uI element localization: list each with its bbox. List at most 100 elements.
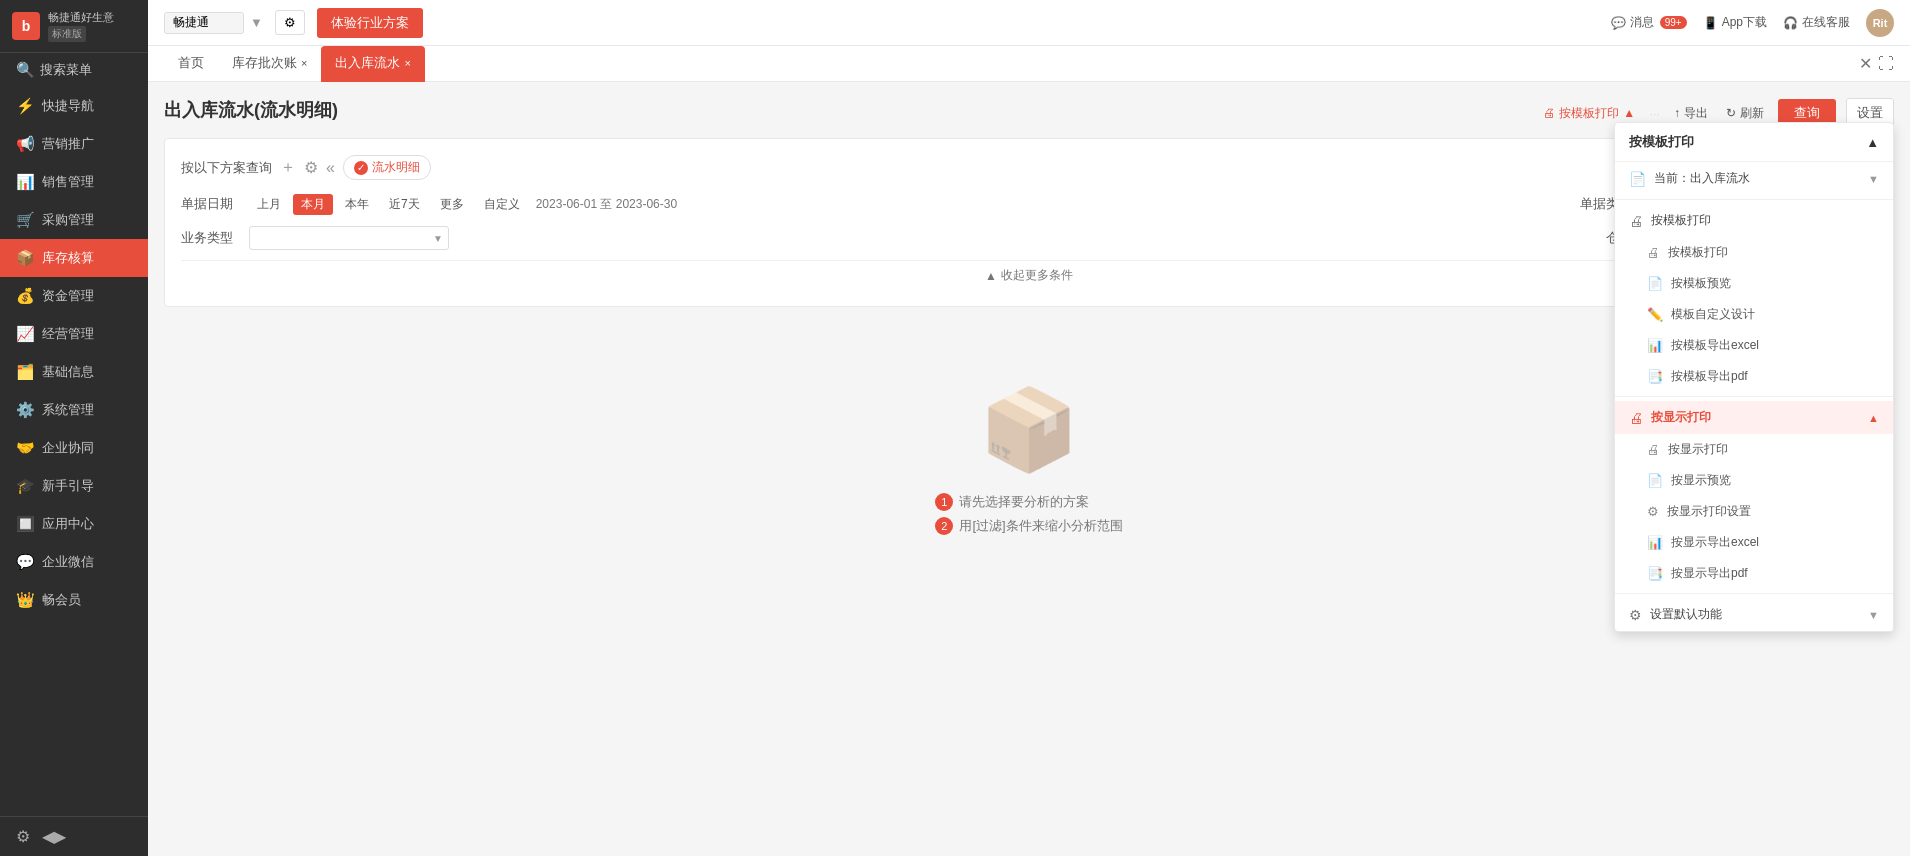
sidebar-item-finance[interactable]: 💰 资金管理: [0, 277, 148, 315]
set-default-label: 设置默认功能: [1650, 606, 1722, 623]
dropdown-current-item[interactable]: 📄 当前：出入库流水 ▼: [1615, 162, 1893, 195]
sidebar-item-system[interactable]: ⚙️ 系统管理: [0, 391, 148, 429]
hint-text-2: 用[过滤]条件来缩小分析范围: [959, 517, 1122, 535]
display-section-chevron: ▲: [1868, 412, 1879, 424]
message-action[interactable]: 💬 消息 99+: [1611, 14, 1687, 31]
dropdown-display-export-pdf[interactable]: 📑 按显示导出pdf: [1615, 558, 1893, 589]
dropdown-section-display[interactable]: 🖨 按显示打印 ▲: [1615, 401, 1893, 434]
sidebar-settings-icon[interactable]: ⚙: [16, 827, 30, 846]
current-label: 当前：出入库流水: [1654, 170, 1750, 187]
dropdown-template-export-excel[interactable]: 📊 按模板导出excel: [1615, 330, 1893, 361]
gear-button[interactable]: ⚙: [275, 10, 305, 35]
date-tab-last7[interactable]: 近7天: [381, 194, 428, 215]
date-tab-prev-month[interactable]: 上月: [249, 194, 289, 215]
tab-inout-flow-label: 出入库流水: [335, 54, 400, 72]
trial-button[interactable]: 体验行业方案: [317, 8, 423, 38]
sidebar-item-newbie[interactable]: 🎓 新手引导: [0, 467, 148, 505]
dropdown-title: 按模板打印: [1629, 133, 1694, 151]
online-service-action[interactable]: 🎧 在线客服: [1783, 14, 1850, 31]
template-print-icon: 🖨: [1647, 245, 1660, 260]
hint-num-1: 1: [935, 493, 953, 511]
user-name-input[interactable]: [164, 12, 244, 34]
filter-settings-button[interactable]: ⚙: [304, 158, 318, 177]
sidebar-item-label: 基础信息: [42, 363, 94, 381]
empty-hint-2: 2 用[过滤]条件来缩小分析范围: [935, 517, 1122, 535]
dropdown-template-preview[interactable]: 📄 按模板预览: [1615, 268, 1893, 299]
dropdown-section-template[interactable]: 🖨 按模板打印: [1615, 204, 1893, 237]
display-section-icon: 🖨: [1629, 410, 1643, 426]
empty-hint-1: 1 请先选择要分析的方案: [935, 493, 1122, 511]
dropdown-display-print[interactable]: 🖨 按显示打印: [1615, 434, 1893, 465]
dropdown-set-default[interactable]: ⚙ 设置默认功能 ▼: [1615, 598, 1893, 631]
dropdown-display-preview[interactable]: 📄 按显示预览: [1615, 465, 1893, 496]
dropdown-template-export-pdf[interactable]: 📑 按模板导出pdf: [1615, 361, 1893, 392]
operations-icon: 📈: [16, 325, 34, 343]
template-excel-icon: 📊: [1647, 338, 1663, 353]
toolbar-divider-1: ···: [1649, 106, 1660, 121]
sidebar-item-marketing[interactable]: 📢 营销推广: [0, 125, 148, 163]
online-service-label: 在线客服: [1802, 14, 1850, 31]
user-chevron-icon[interactable]: ▼: [250, 15, 263, 30]
section-divider-0: [1615, 199, 1893, 200]
message-icon: 💬: [1611, 16, 1626, 30]
avatar[interactable]: Rit: [1866, 9, 1894, 37]
display-pdf-icon: 📑: [1647, 566, 1663, 581]
date-tab-current-year[interactable]: 本年: [337, 194, 377, 215]
basic-info-icon: 🗂️: [16, 363, 34, 381]
dropdown-template-custom[interactable]: ✏️ 模板自定义设计: [1615, 299, 1893, 330]
tab-expand-button[interactable]: ⛶: [1878, 54, 1894, 73]
template-custom-icon: ✏️: [1647, 307, 1663, 322]
biz-type-wrapper: [249, 226, 449, 250]
dropdown-close-chevron[interactable]: ▲: [1866, 135, 1879, 150]
sidebar-item-label: 畅会员: [42, 591, 81, 609]
filter-tag[interactable]: ✓ 流水明细: [343, 155, 431, 180]
sidebar-item-vip[interactable]: 👑 畅会员: [0, 581, 148, 619]
sidebar-item-enterprise[interactable]: 🤝 企业协同: [0, 429, 148, 467]
current-icon: 📄: [1629, 171, 1646, 187]
tab-batch-account[interactable]: 库存批次账 ×: [218, 46, 321, 82]
purchase-icon: 🛒: [16, 211, 34, 229]
app-tag: 标准版: [48, 26, 86, 42]
date-tab-current-month[interactable]: 本月: [293, 194, 333, 215]
sidebar-item-app-center[interactable]: 🔲 应用中心: [0, 505, 148, 543]
tab-home[interactable]: 首页: [164, 46, 218, 82]
date-tab-custom[interactable]: 自定义: [476, 194, 528, 215]
tab-batch-account-close[interactable]: ×: [301, 57, 307, 69]
sidebar-item-operations[interactable]: 📈 经营管理: [0, 315, 148, 353]
biz-type-select[interactable]: [249, 226, 449, 250]
date-tab-more[interactable]: 更多: [432, 194, 472, 215]
print-chevron-icon: ▲: [1623, 106, 1635, 120]
tab-bar: 首页 库存批次账 × 出入库流水 × ✕ ⛶: [148, 46, 1910, 82]
message-label: 消息: [1630, 14, 1654, 31]
filter-collapse-button[interactable]: «: [326, 159, 335, 177]
marketing-icon: 📢: [16, 135, 34, 153]
dropdown-display-export-excel[interactable]: 📊 按显示导出excel: [1615, 527, 1893, 558]
template-custom-label: 模板自定义设计: [1671, 306, 1755, 323]
sidebar-item-wechat[interactable]: 💬 企业微信: [0, 543, 148, 581]
sidebar-item-quick-nav[interactable]: ⚡ 快捷导航: [0, 87, 148, 125]
sidebar-item-inventory[interactable]: 📦 库存核算: [0, 239, 148, 277]
sidebar-item-sales[interactable]: 📊 销售管理: [0, 163, 148, 201]
app-download-action[interactable]: 📱 App下载: [1703, 14, 1767, 31]
display-print-settings-label: 按显示打印设置: [1667, 503, 1751, 520]
section-divider-2: [1615, 593, 1893, 594]
sales-icon: 📊: [16, 173, 34, 191]
filter-add-button[interactable]: ＋: [280, 157, 296, 178]
main-area: ▼ ⚙ 体验行业方案 💬 消息 99+ 📱 App下载 🎧 在线客服 Rit: [148, 0, 1910, 856]
tab-close-button[interactable]: ✕: [1859, 54, 1872, 73]
date-range-display: 2023-06-01 至 2023-06-30: [536, 196, 677, 213]
tab-inout-flow-close[interactable]: ×: [404, 57, 410, 69]
dropdown-template-print[interactable]: 🖨 按模板打印: [1615, 237, 1893, 268]
hint-text-1: 请先选择要分析的方案: [959, 493, 1089, 511]
display-export-excel-label: 按显示导出excel: [1671, 534, 1759, 551]
tab-bar-right: ✕ ⛶: [1859, 54, 1894, 73]
dropdown-header: 按模板打印 ▲: [1615, 123, 1893, 162]
biz-type-label: 业务类型: [181, 229, 233, 247]
sidebar-item-basic-info[interactable]: 🗂️ 基础信息: [0, 353, 148, 391]
sidebar-toggle-icon[interactable]: ◀▶: [42, 827, 66, 846]
sidebar-item-search[interactable]: 🔍 搜索菜单: [0, 53, 148, 87]
empty-icon: 📦: [979, 383, 1079, 477]
sidebar-item-purchase[interactable]: 🛒 采购管理: [0, 201, 148, 239]
tab-inout-flow[interactable]: 出入库流水 ×: [321, 46, 424, 82]
dropdown-display-print-settings[interactable]: ⚙ 按显示打印设置: [1615, 496, 1893, 527]
